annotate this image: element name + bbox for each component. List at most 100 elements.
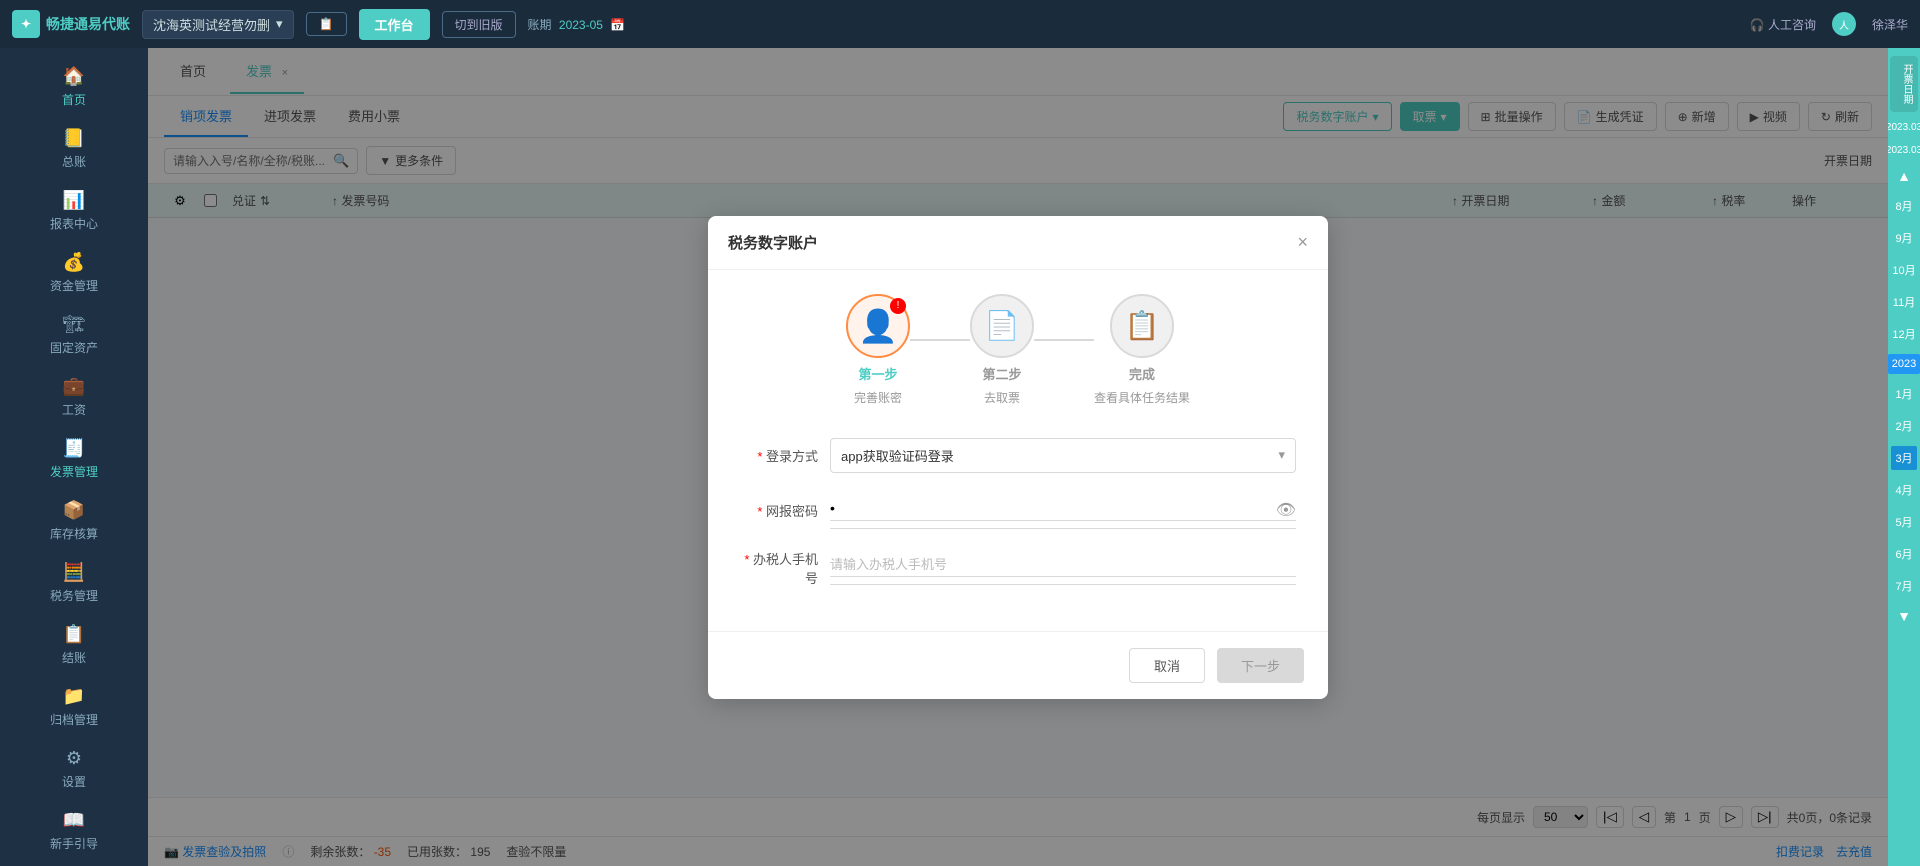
- step-1: 👤 ! 第一步 完善账密: [846, 294, 910, 406]
- month-8[interactable]: 8月: [1893, 194, 1914, 218]
- step-1-label: 第一步: [858, 364, 897, 383]
- month-12[interactable]: 12月: [1890, 322, 1917, 346]
- sidebar-item-settings[interactable]: ⚙ 设置: [0, 738, 148, 800]
- next-button[interactable]: 下一步: [1217, 648, 1304, 683]
- sidebar-label-closing: 结账: [62, 649, 86, 666]
- sidebar-item-tax[interactable]: 🧮 税务管理: [0, 552, 148, 614]
- month-2[interactable]: 2月: [1893, 414, 1914, 438]
- sidebar-label-settings: 设置: [62, 773, 86, 790]
- modal-footer: 取消 下一步: [708, 631, 1328, 699]
- scroll-up-icon[interactable]: ▲: [1890, 166, 1918, 186]
- headset-icon: 🎧: [1750, 18, 1765, 32]
- sidebar-label-assets: 固定资产: [50, 339, 98, 356]
- month-3[interactable]: 3月: [1891, 446, 1916, 470]
- logo-icon: ✦: [12, 10, 40, 38]
- user-avatar: 人: [1832, 12, 1856, 36]
- service-label[interactable]: 🎧 人工咨询: [1750, 16, 1816, 33]
- phone-input[interactable]: [830, 557, 1296, 577]
- sidebar: 🏠 首页 📒 总账 📊 报表中心 💰 资金管理 🏗 固定资产 💼 工资: [0, 48, 148, 866]
- right-panel: 开票日期 2023.03 2023.03 ▲ 8月 9月 10月 11月 12月…: [1888, 48, 1920, 866]
- modal-header: 税务数字账户 ×: [708, 216, 1328, 270]
- required-mark: *: [757, 449, 766, 464]
- step-1-error-badge: !: [890, 298, 906, 314]
- step-2-icon: 📄: [985, 309, 1020, 342]
- username: 徐泽华: [1872, 16, 1908, 33]
- sidebar-item-reports[interactable]: 📊 报表中心: [0, 180, 148, 242]
- calendar-icon[interactable]: 📅: [610, 18, 625, 32]
- phone-label: * 办税人手机号: [740, 549, 830, 587]
- sidebar-item-home[interactable]: 🏠 首页: [0, 56, 148, 118]
- switch-old-button[interactable]: 切到旧版: [442, 11, 516, 38]
- app-logo-text: 畅捷通易代账: [46, 14, 130, 34]
- step-2: 📄 第二步 去取票: [970, 294, 1034, 406]
- sidebar-label-home: 首页: [62, 91, 86, 108]
- copy-company-button[interactable]: 📋: [306, 12, 347, 36]
- step-3-icon-wrap: 📋: [1110, 294, 1174, 358]
- step-3-icon: 📋: [1125, 309, 1160, 342]
- home-icon: 🏠: [63, 66, 85, 87]
- month-5[interactable]: 5月: [1893, 510, 1914, 534]
- archive-icon: 📁: [63, 686, 85, 707]
- login-method-control: app获取验证码登录 ▾: [830, 438, 1296, 473]
- open-date-right-btn[interactable]: 开票日期: [1890, 56, 1918, 112]
- sidebar-item-archive[interactable]: 📁 归档管理: [0, 676, 148, 738]
- workbench-button[interactable]: 工作台: [359, 9, 430, 40]
- month-10[interactable]: 10月: [1890, 258, 1917, 282]
- step-3-sublabel: 查看具体任务结果: [1094, 389, 1190, 406]
- phone-field: [830, 550, 1296, 585]
- sidebar-label-reports: 报表中心: [50, 215, 98, 232]
- content-area: 首页 发票 × 销项发票 进项发票 费用小票 税务数字账户 ▾ 取票: [148, 48, 1888, 866]
- modal-dialog: 税务数字账户 × 👤 !: [708, 216, 1328, 699]
- login-method-select[interactable]: app获取验证码登录 ▾: [830, 438, 1296, 473]
- modal-overlay: 税务数字账户 × 👤 !: [148, 48, 1888, 866]
- inventory-icon: 📦: [63, 500, 85, 521]
- month-1[interactable]: 1月: [1893, 382, 1914, 406]
- year-2023[interactable]: 2023: [1888, 354, 1920, 374]
- cancel-button[interactable]: 取消: [1129, 648, 1205, 683]
- sidebar-label-payroll: 工资: [62, 401, 86, 418]
- step-2-sublabel: 去取票: [984, 389, 1020, 406]
- modal-close-button[interactable]: ×: [1297, 232, 1308, 253]
- sidebar-item-guide[interactable]: 📖 新手引导: [0, 800, 148, 862]
- month-4[interactable]: 4月: [1893, 478, 1914, 502]
- sidebar-item-assets[interactable]: 🏗 固定资产: [0, 304, 148, 366]
- sidebar-item-payroll[interactable]: 💼 工资: [0, 366, 148, 428]
- sidebar-label-tax: 税务管理: [50, 587, 98, 604]
- password-field: 👁: [830, 493, 1296, 529]
- password-input[interactable]: [830, 500, 1296, 521]
- sidebar-label-invoice: 发票管理: [50, 463, 98, 480]
- sidebar-item-invoice[interactable]: 🧾 发票管理: [0, 428, 148, 490]
- sidebar-item-inventory[interactable]: 📦 库存核算: [0, 490, 148, 552]
- month-7[interactable]: 7月: [1893, 574, 1914, 598]
- sidebar-item-closing[interactable]: 📋 结账: [0, 614, 148, 676]
- payroll-icon: 💼: [63, 376, 85, 397]
- eye-toggle-icon[interactable]: 👁: [1276, 500, 1296, 520]
- top-bar-right: 🎧 人工咨询 人 徐泽华: [1750, 12, 1908, 36]
- password-control: 👁: [830, 493, 1296, 529]
- steps-row: 👤 ! 第一步 完善账密 📄: [740, 294, 1296, 406]
- sidebar-item-ledger[interactable]: 📒 总账: [0, 118, 148, 180]
- guide-icon: 📖: [63, 810, 85, 831]
- month-11[interactable]: 11月: [1891, 290, 1917, 314]
- modal-title: 税务数字账户: [728, 232, 818, 253]
- period-label: 账期 2023-05 📅: [528, 16, 626, 33]
- sidebar-item-funds[interactable]: 💰 资金管理: [0, 242, 148, 304]
- step-1-icon: 👤: [858, 307, 898, 345]
- scroll-down-icon[interactable]: ▼: [1890, 606, 1918, 626]
- step-1-icon-wrap: 👤 !: [846, 294, 910, 358]
- login-method-row: * 登录方式 app获取验证码登录 ▾: [740, 438, 1296, 473]
- sidebar-label-archive: 归档管理: [50, 711, 98, 728]
- sidebar-item-membership[interactable]: V 畅会员: [0, 862, 148, 866]
- app-logo: ✦ 畅捷通易代账: [12, 10, 130, 38]
- month-9[interactable]: 9月: [1893, 226, 1914, 250]
- sidebar-label-ledger: 总账: [62, 153, 86, 170]
- modal-body: 👤 ! 第一步 完善账密 📄: [708, 270, 1328, 631]
- closing-icon: 📋: [63, 624, 85, 645]
- password-label: * 网报密码: [740, 501, 830, 520]
- required-mark-2: *: [757, 504, 766, 519]
- phone-control: [830, 550, 1296, 585]
- company-selector[interactable]: 沈海英测试经营勿删 ▾: [142, 10, 294, 39]
- sidebar-label-funds: 资金管理: [50, 277, 98, 294]
- month-6[interactable]: 6月: [1893, 542, 1914, 566]
- period-display-2: 2023.03: [1884, 143, 1920, 158]
